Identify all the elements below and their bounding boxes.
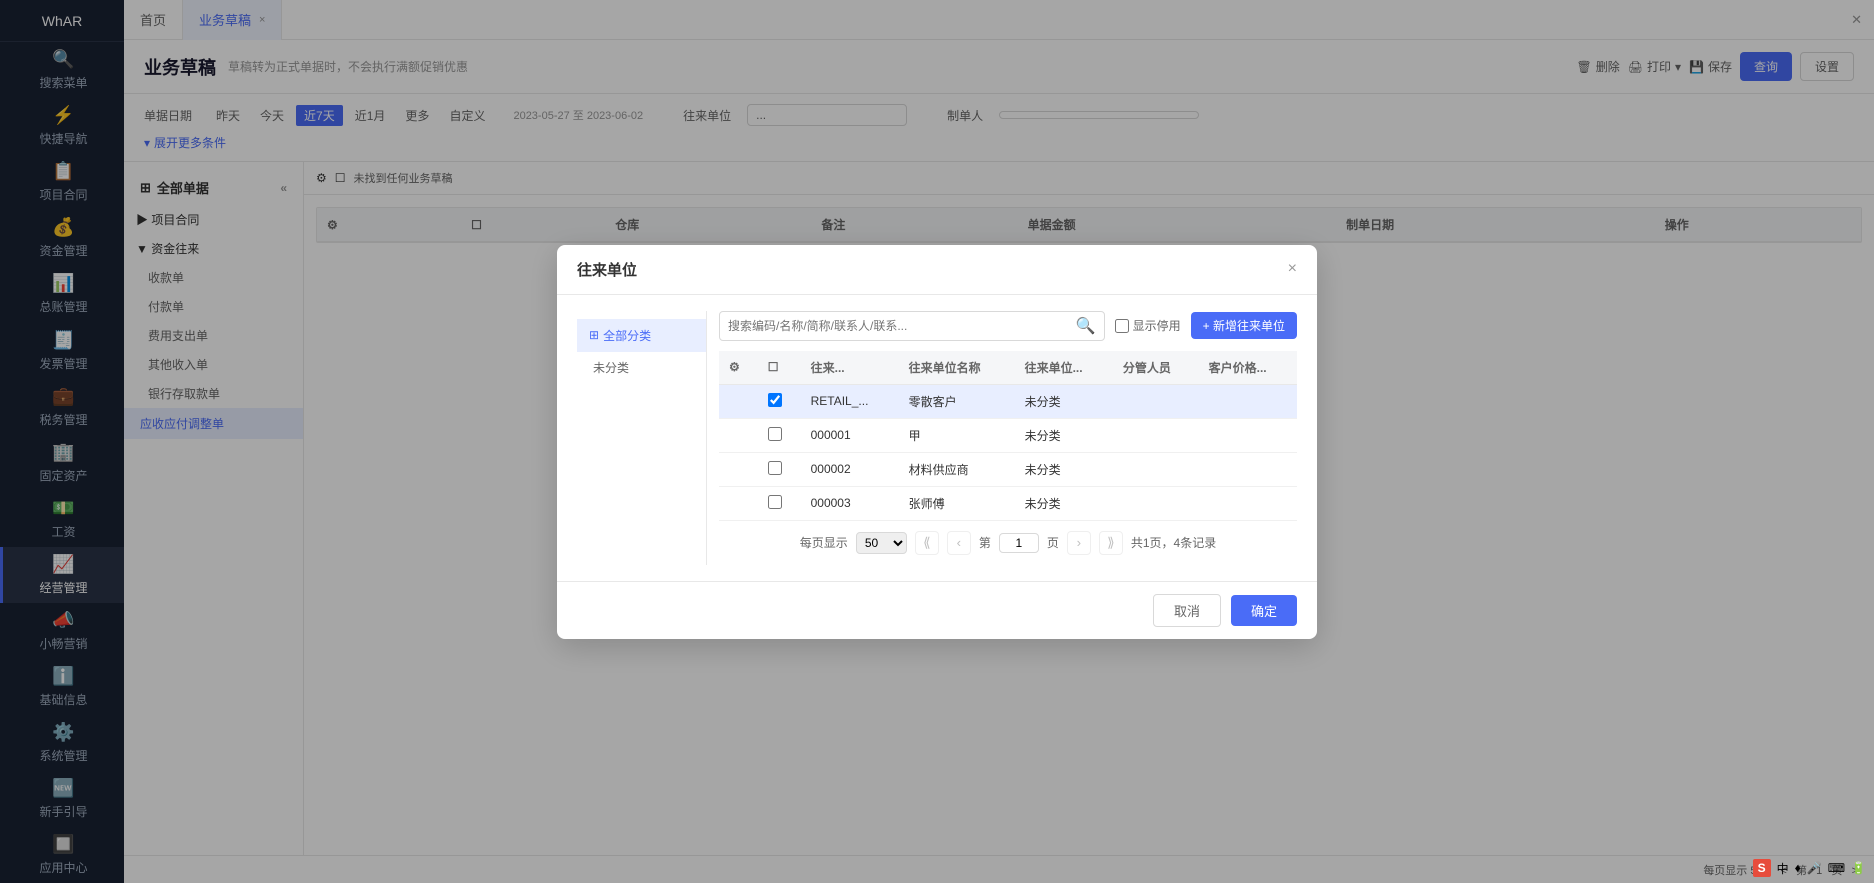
partner-table-scroll: ⚙ ☐ 往来... 往来单位名称 往来单位... 分管人员 客户价格... <box>719 351 1297 521</box>
row-price-cell <box>1199 452 1297 486</box>
page-suffix: 页 <box>1047 534 1059 551</box>
partner-col-code: 往来... <box>801 351 899 385</box>
per-page-label: 每页显示 <box>800 534 848 551</box>
partner-col-price: 客户价格... <box>1199 351 1297 385</box>
row-category-cell: 未分类 <box>1015 486 1113 520</box>
add-partner-button[interactable]: + 新增往来单位 <box>1191 312 1297 339</box>
row-name-cell: 材料供应商 <box>899 452 1015 486</box>
per-page-select[interactable]: 50 100 200 <box>856 532 907 554</box>
dialog-pagination: 每页显示 50 100 200 ⟪ ‹ 第 页 › ⟫ 共1页，4条记录 <box>719 521 1297 565</box>
row-checkbox[interactable] <box>768 495 782 509</box>
dialog-category-all[interactable]: ⊞ 全部分类 <box>577 319 706 352</box>
dialog-right-panel: 🔍 显示停用 + 新增往来单位 ⚙ ☐ <box>707 311 1297 565</box>
row-settings-cell <box>719 486 758 520</box>
row-checkbox-cell[interactable] <box>758 418 801 452</box>
row-salesperson-cell <box>1113 418 1199 452</box>
partner-dialog: 往来单位 × ⊞ 全部分类 未分类 🔍 <box>557 245 1317 639</box>
brand-bar: S 中 ♦ 🎤 ⌨ 🔋 <box>1753 859 1866 877</box>
row-category-cell: 未分类 <box>1015 384 1113 418</box>
table-row[interactable]: 000003 张师傅 未分类 <box>719 486 1297 520</box>
prev-page-button[interactable]: ‹ <box>947 531 971 555</box>
partner-col-checkbox: ☐ <box>758 351 801 385</box>
brand-icon-3: 🎤 <box>1807 861 1822 875</box>
confirm-button[interactable]: 确定 <box>1231 595 1297 626</box>
partner-col-salesperson: 分管人员 <box>1113 351 1199 385</box>
row-name-cell: 零散客户 <box>899 384 1015 418</box>
next-page-button[interactable]: › <box>1067 531 1091 555</box>
table-row[interactable]: 000001 甲 未分类 <box>719 418 1297 452</box>
partner-search-wrap[interactable]: 🔍 <box>719 311 1105 341</box>
dialog-inner: ⊞ 全部分类 未分类 🔍 显示停用 + 新增往来单位 <box>577 311 1297 565</box>
partner-col-settings: ⚙ <box>719 351 758 385</box>
row-checkbox[interactable] <box>768 461 782 475</box>
show-disabled-input[interactable] <box>1115 319 1129 333</box>
row-code-cell: 000003 <box>801 486 899 520</box>
first-page-button[interactable]: ⟪ <box>915 531 939 555</box>
page-input[interactable] <box>999 533 1039 553</box>
search-icon: 🔍 <box>1076 316 1096 336</box>
brand-icon-1: 中 <box>1777 860 1789 877</box>
partner-col-category: 往来单位... <box>1015 351 1113 385</box>
row-code-cell: RETAIL_... <box>801 384 899 418</box>
dialog-footer: 取消 确定 <box>557 581 1317 639</box>
row-checkbox[interactable] <box>768 393 782 407</box>
total-label: 共1页，4条记录 <box>1131 534 1216 551</box>
row-code-cell: 000002 <box>801 452 899 486</box>
partner-table: ⚙ ☐ 往来... 往来单位名称 往来单位... 分管人员 客户价格... <box>719 351 1297 521</box>
brand-icon-5: 🔋 <box>1851 861 1866 875</box>
partner-col-name: 往来单位名称 <box>899 351 1015 385</box>
table-row[interactable]: 000002 材料供应商 未分类 <box>719 452 1297 486</box>
brand-icon-2: ♦ <box>1795 861 1801 875</box>
row-checkbox-cell[interactable] <box>758 384 801 418</box>
row-price-cell <box>1199 384 1297 418</box>
row-settings-cell <box>719 452 758 486</box>
dialog-title: 往来单位 <box>577 259 637 280</box>
last-page-button[interactable]: ⟫ <box>1099 531 1123 555</box>
dialog-header: 往来单位 × <box>557 245 1317 295</box>
row-salesperson-cell <box>1113 486 1199 520</box>
brand-icon-4: ⌨ <box>1828 861 1845 875</box>
row-price-cell <box>1199 486 1297 520</box>
dialog-left-panel: ⊞ 全部分类 未分类 <box>577 311 707 565</box>
row-checkbox[interactable] <box>768 427 782 441</box>
dialog-close-button[interactable]: × <box>1288 260 1297 278</box>
row-settings-cell <box>719 418 758 452</box>
dialog-body: ⊞ 全部分类 未分类 🔍 显示停用 + 新增往来单位 <box>557 295 1317 581</box>
cancel-button[interactable]: 取消 <box>1153 594 1221 627</box>
row-code-cell: 000001 <box>801 418 899 452</box>
dialog-search-bar: 🔍 显示停用 + 新增往来单位 <box>719 311 1297 341</box>
page-label: 第 <box>979 534 991 551</box>
table-row[interactable]: RETAIL_... 零散客户 未分类 <box>719 384 1297 418</box>
row-checkbox-cell[interactable] <box>758 486 801 520</box>
row-salesperson-cell <box>1113 384 1199 418</box>
row-settings-cell <box>719 384 758 418</box>
brand-logo: S <box>1753 859 1771 877</box>
dialog-category-unclassified[interactable]: 未分类 <box>577 352 706 383</box>
row-salesperson-cell <box>1113 452 1199 486</box>
partner-search-input[interactable] <box>728 319 1076 333</box>
row-price-cell <box>1199 418 1297 452</box>
row-category-cell: 未分类 <box>1015 452 1113 486</box>
grid-small-icon: ⊞ <box>589 328 599 342</box>
row-checkbox-cell[interactable] <box>758 452 801 486</box>
show-disabled-checkbox[interactable]: 显示停用 <box>1115 317 1181 334</box>
row-name-cell: 甲 <box>899 418 1015 452</box>
row-name-cell: 张师傅 <box>899 486 1015 520</box>
row-category-cell: 未分类 <box>1015 418 1113 452</box>
